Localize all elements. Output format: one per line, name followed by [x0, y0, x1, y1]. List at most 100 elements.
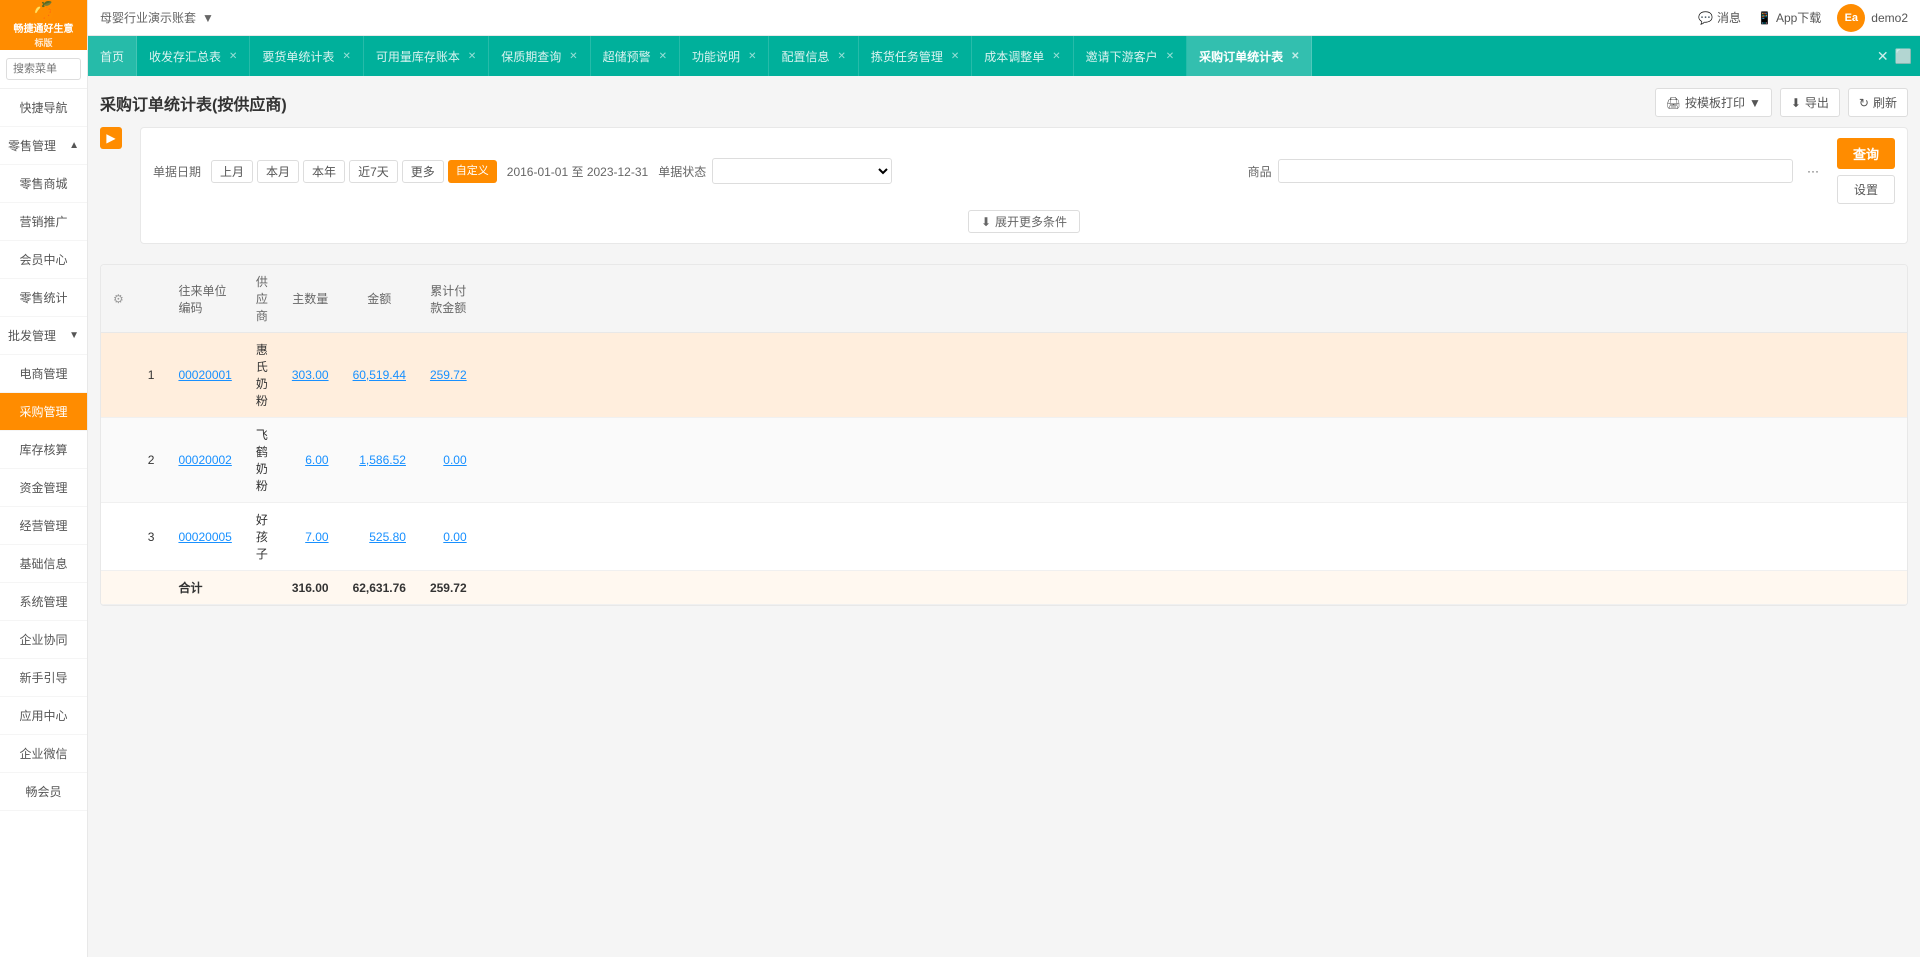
- app-download-btn[interactable]: 📱 App下载: [1757, 9, 1821, 26]
- row-code-link[interactable]: 00020001: [178, 368, 231, 382]
- sidebar-item-kuaijiedaohang[interactable]: 快捷导航: [0, 89, 87, 127]
- date-this-year-btn[interactable]: 本年: [303, 160, 345, 183]
- row-index: 2: [136, 418, 167, 503]
- status-filter-label: 单据状态: [658, 163, 706, 180]
- sidebar-item-lingsoushangcheng[interactable]: 零售商城: [0, 165, 87, 203]
- date-quick-btns: 上月 本月 本年 近7天 更多 自定义: [211, 160, 497, 183]
- sidebar-item-qiyexietong[interactable]: 企业协同: [0, 621, 87, 659]
- tab-peizhi[interactable]: 配置信息 ✕: [769, 36, 858, 76]
- tab-yaoqing[interactable]: 邀请下游客户 ✕: [1074, 36, 1187, 76]
- row-code: 00020005: [166, 503, 243, 571]
- sidebar-item-changhui[interactable]: 畅会员: [0, 773, 87, 811]
- sidebar-item-huiyuanzhongxin[interactable]: 会员中心: [0, 241, 87, 279]
- tab-caigoudindan[interactable]: 采购订单统计表 ✕: [1187, 36, 1312, 76]
- tab-close-icon[interactable]: ✕: [748, 51, 756, 62]
- tab-peihuorenwu[interactable]: 拣货任务管理 ✕: [859, 36, 972, 76]
- goods-filter-input[interactable]: [1278, 159, 1793, 183]
- date-last7-btn[interactable]: 近7天: [349, 160, 398, 183]
- tab-close-icon[interactable]: ✕: [1052, 51, 1060, 62]
- date-this-month-btn[interactable]: 本月: [257, 160, 299, 183]
- date-last-month-btn[interactable]: 上月: [211, 160, 253, 183]
- table-row[interactable]: 3 00020005 好孩子 7.00 525.80: [101, 503, 1907, 571]
- logo-icon: 🍊: [32, 1, 54, 22]
- sidebar-search-wrap: [0, 50, 87, 89]
- sidebar-item-xinshou[interactable]: 新手引导: [0, 659, 87, 697]
- tab-yaohuo[interactable]: 要货单统计表 ✕: [250, 36, 363, 76]
- col-amount: 金额: [341, 265, 418, 333]
- sidebar-item-qiyeweixin[interactable]: 企业微信: [0, 735, 87, 773]
- tab-baozhi[interactable]: 保质期查询 ✕: [489, 36, 590, 76]
- export-button[interactable]: ⬇ 导出: [1780, 88, 1840, 117]
- status-filter-wrap: 单据状态: [658, 158, 1237, 184]
- refresh-button[interactable]: ↻ 刷新: [1848, 88, 1908, 117]
- sidebar-item-pifaguanli[interactable]: 批发管理 ▼: [0, 317, 87, 355]
- print-button[interactable]: 🖨 按模板打印 ▼: [1655, 88, 1772, 117]
- status-filter-select[interactable]: [712, 158, 892, 184]
- sidebar-item-yingyong[interactable]: 应用中心: [0, 697, 87, 735]
- tab-home[interactable]: 首页: [88, 36, 137, 76]
- sidebar-item-zijinguanli[interactable]: 资金管理: [0, 469, 87, 507]
- table-header-row: ⚙ 往来单位编码 供应商 主数量 金额 累计付款金额: [101, 265, 1907, 333]
- sidebar-item-caigouguanli[interactable]: 采购管理: [0, 393, 87, 431]
- tab-close-icon[interactable]: ✕: [837, 51, 845, 62]
- tab-keyongliang[interactable]: 可用量库存账本 ✕: [364, 36, 489, 76]
- download-icon: 📱: [1757, 11, 1772, 25]
- tab-close-icon[interactable]: ✕: [468, 51, 476, 62]
- tab-home-label: 首页: [100, 48, 124, 65]
- tab-yaohuo-label: 要货单统计表: [262, 48, 334, 65]
- tab-peizhi-label: 配置信息: [781, 48, 829, 65]
- date-filter-label: 单据日期: [153, 163, 201, 180]
- tab-maximize-icon[interactable]: ⬜: [1895, 48, 1912, 65]
- collapse-toggle-btn[interactable]: ▶: [100, 127, 122, 149]
- col-settings: ⚙: [101, 265, 136, 333]
- row-code-link[interactable]: 00020002: [178, 453, 231, 467]
- col-settings-icon[interactable]: ⚙: [113, 292, 124, 306]
- more-filter-btn[interactable]: ···: [1799, 160, 1827, 182]
- search-input[interactable]: [6, 58, 81, 80]
- tab-caigoudindan-label: 采购订单统计表: [1199, 48, 1283, 65]
- sidebar-item-lingshoutongji[interactable]: 零售统计: [0, 279, 87, 317]
- tab-close-icon[interactable]: ✕: [1166, 51, 1174, 62]
- col-paid: 累计付款金额: [418, 265, 479, 333]
- query-button[interactable]: 查询: [1837, 138, 1895, 169]
- row-code-link[interactable]: 00020005: [178, 530, 231, 544]
- workspace-dropdown-icon[interactable]: ▼: [202, 11, 214, 25]
- date-custom-badge[interactable]: 自定义: [448, 160, 497, 183]
- tab-close-icon[interactable]: ✕: [569, 51, 577, 62]
- row-settings: [101, 418, 136, 503]
- tab-chengbentiaozheng[interactable]: 成本调整单 ✕: [972, 36, 1073, 76]
- sidebar-item-dianshaoguanli[interactable]: 电商管理: [0, 355, 87, 393]
- tab-baozhi-label: 保质期查询: [501, 48, 561, 65]
- col-code: 往来单位编码: [166, 265, 243, 333]
- row-index: 1: [136, 333, 167, 418]
- row-paid: 0.00: [418, 503, 479, 571]
- sidebar-item-kucunhesuan[interactable]: 库存核算: [0, 431, 87, 469]
- topbar-right: 💬 消息 📱 App下载 Ea demo2: [1698, 4, 1908, 32]
- table-row[interactable]: 1 00020001 惠氏奶粉 303.00 60,519.44: [101, 333, 1907, 418]
- tab-close-icon[interactable]: ✕: [229, 51, 237, 62]
- footer-extra: [479, 571, 1907, 605]
- sidebar-item-jichu[interactable]: 基础信息: [0, 545, 87, 583]
- print-dropdown-icon: ▼: [1749, 96, 1761, 110]
- settings-button[interactable]: 设置: [1837, 175, 1895, 204]
- row-settings: [101, 503, 136, 571]
- tab-close-all-icon[interactable]: ✕: [1877, 48, 1889, 65]
- expand-conditions-btn[interactable]: ⬇ 展开更多条件: [968, 210, 1080, 233]
- user-badge[interactable]: Ea demo2: [1837, 4, 1908, 32]
- page-actions: 🖨 按模板打印 ▼ ⬇ 导出 ↻ 刷新: [1655, 88, 1908, 117]
- message-btn[interactable]: 💬 消息: [1698, 9, 1741, 26]
- sidebar-item-jingyingguanli[interactable]: 经营管理: [0, 507, 87, 545]
- tab-close-icon[interactable]: ✕: [1291, 51, 1299, 62]
- row-extra: [479, 418, 1907, 503]
- tab-shoufuhuizong[interactable]: 收发存汇总表 ✕: [137, 36, 250, 76]
- table-row[interactable]: 2 00020002 飞鹤奶粉 6.00 1,586.52: [101, 418, 1907, 503]
- date-more-btn[interactable]: 更多: [402, 160, 444, 183]
- tab-close-icon[interactable]: ✕: [342, 51, 350, 62]
- sidebar-item-yingxiaotuiguang[interactable]: 营销推广: [0, 203, 87, 241]
- sidebar-item-lingshougaunli[interactable]: 零售管理 ▲: [0, 127, 87, 165]
- tab-close-icon[interactable]: ✕: [659, 51, 667, 62]
- tab-close-icon[interactable]: ✕: [951, 51, 959, 62]
- tab-chaochuyujing[interactable]: 超储预警 ✕: [591, 36, 680, 76]
- sidebar-item-xitong[interactable]: 系统管理: [0, 583, 87, 621]
- tab-gongneng[interactable]: 功能说明 ✕: [680, 36, 769, 76]
